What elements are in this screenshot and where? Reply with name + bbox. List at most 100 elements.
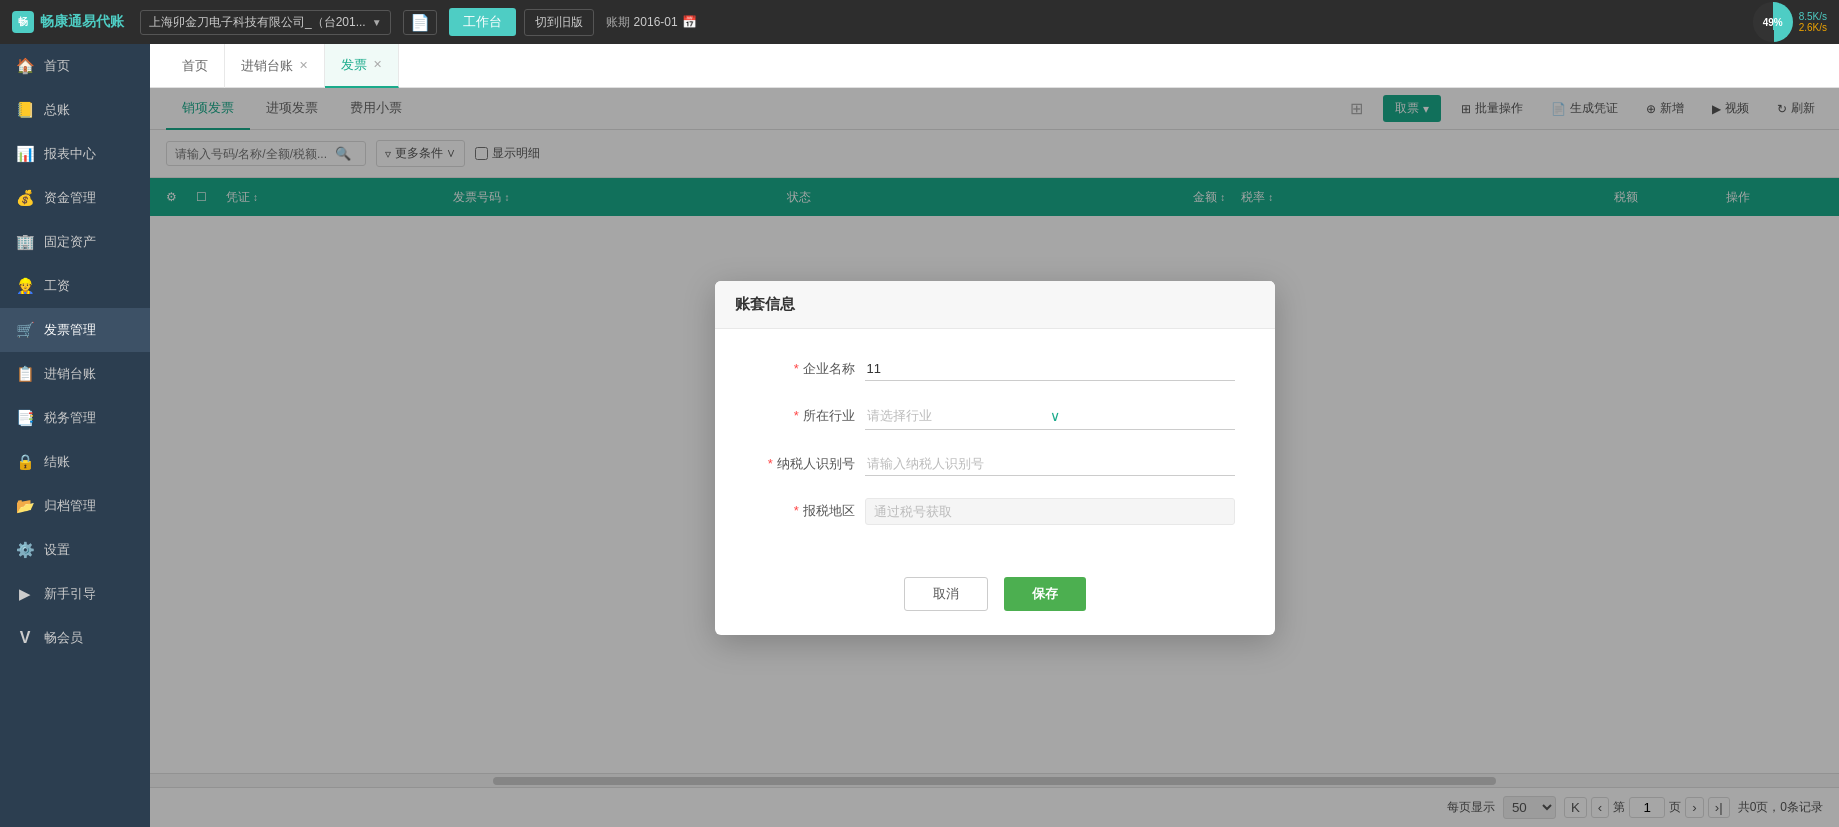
sidebar-label-purchase: 进销台账 [44, 365, 96, 383]
sidebar-label-ledger: 总账 [44, 101, 70, 119]
tab-purchase[interactable]: 进销台账 ✕ [225, 44, 325, 88]
network-indicator: 49% 8.5K/s 2.6K/s [1753, 2, 1827, 42]
ledger-icon: 📒 [16, 101, 34, 119]
account-info-modal: 账套信息 * 企业名称 [715, 281, 1275, 635]
industry-label-text: 所在行业 [803, 408, 855, 423]
industry-select[interactable]: 请选择行业 ∨ [865, 403, 1235, 430]
sidebar-label-invoice: 发票管理 [44, 321, 96, 339]
sidebar-item-guide[interactable]: ▶ 新手引导 [0, 572, 150, 616]
archive-icon: 📂 [16, 497, 34, 515]
top-bar: 畅 畅康通易代账 上海卯金刀电子科技有限公司_（台201... ▼ 📄 工作台 … [0, 0, 1839, 44]
sidebar-item-finance[interactable]: 💰 资金管理 [0, 176, 150, 220]
tab-invoice-close[interactable]: ✕ [373, 58, 382, 71]
sidebar-item-ledger[interactable]: 📒 总账 [0, 88, 150, 132]
sidebar-item-payroll[interactable]: 👷 工资 [0, 264, 150, 308]
company-name-label-text: 企业名称 [803, 361, 855, 376]
tab-purchase-label: 进销台账 [241, 57, 293, 75]
tax-icon: 📑 [16, 409, 34, 427]
sidebar-label-guide: 新手引导 [44, 585, 96, 603]
sidebar-item-invoice[interactable]: 🛒 发票管理 [0, 308, 150, 352]
modal-title: 账套信息 [735, 295, 795, 312]
content-area: 首页 进销台账 ✕ 发票 ✕ 销项发票 进项发票 [150, 44, 1839, 827]
home-icon: 🏠 [16, 57, 34, 75]
logo-icon: 畅 [12, 11, 34, 33]
sidebar-label-tax: 税务管理 [44, 409, 96, 427]
modal-header: 账套信息 [715, 281, 1275, 329]
sidebar-label-finance: 资金管理 [44, 189, 96, 207]
tax-id-label-text: 纳税人识别号 [777, 456, 855, 471]
old-version-button[interactable]: 切到旧版 [524, 9, 594, 36]
period-value: 2016-01 [634, 15, 678, 29]
company-name: 上海卯金刀电子科技有限公司_（台201... [149, 14, 366, 31]
payroll-icon: 👷 [16, 277, 34, 295]
modal-footer: 取消 保存 [715, 567, 1275, 635]
tax-region-input [865, 498, 1235, 525]
sidebar-label-assets: 固定资产 [44, 233, 96, 251]
sidebar: 🏠 首页 📒 总账 📊 报表中心 💰 资金管理 🏢 固定资产 👷 工资 🛒 发票… [0, 44, 150, 827]
closing-icon: 🔒 [16, 453, 34, 471]
content-wrapper: 销项发票 进项发票 费用小票 ⊞ 取票 ▾ ⊞ [150, 88, 1839, 827]
company-name-input[interactable] [865, 357, 1235, 381]
tab-bar: 首页 进销台账 ✕ 发票 ✕ [150, 44, 1839, 88]
sidebar-item-home[interactable]: 🏠 首页 [0, 44, 150, 88]
modal-body: * 企业名称 * 所在行业 请选择行业 [715, 329, 1275, 567]
tab-purchase-close[interactable]: ✕ [299, 59, 308, 72]
calendar-icon[interactable]: 📅 [682, 15, 697, 29]
sidebar-item-archive[interactable]: 📂 归档管理 [0, 484, 150, 528]
logo: 畅 畅康通易代账 [12, 11, 124, 33]
progress-circle: 49% [1753, 2, 1793, 42]
invoice-icon: 🛒 [16, 321, 34, 339]
sidebar-item-reports[interactable]: 📊 报表中心 [0, 132, 150, 176]
save-button[interactable]: 保存 [1004, 577, 1086, 611]
workbench-button[interactable]: 工作台 [449, 8, 516, 36]
required-star: * [794, 361, 799, 376]
sidebar-label-payroll: 工资 [44, 277, 70, 295]
sidebar-item-tax[interactable]: 📑 税务管理 [0, 396, 150, 440]
tab-home[interactable]: 首页 [166, 44, 225, 88]
period-display: 账期 2016-01 📅 [606, 14, 697, 31]
industry-chevron-icon: ∨ [1050, 408, 1233, 424]
sidebar-item-settings[interactable]: ⚙️ 设置 [0, 528, 150, 572]
tax-region-label: * 报税地区 [755, 502, 865, 520]
required-star-4: * [794, 503, 799, 518]
sidebar-item-closing[interactable]: 🔒 结账 [0, 440, 150, 484]
doc-icon[interactable]: 📄 [403, 10, 437, 35]
logo-text: 畅康通易代账 [40, 13, 124, 31]
form-row-industry: * 所在行业 请选择行业 ∨ [755, 403, 1235, 430]
sidebar-item-member[interactable]: V 畅会员 [0, 616, 150, 660]
period-label: 账期 [606, 14, 630, 31]
sidebar-label-archive: 归档管理 [44, 497, 96, 515]
settings-icon: ⚙️ [16, 541, 34, 559]
guide-icon: ▶ [16, 585, 34, 603]
network-speeds: 8.5K/s 2.6K/s [1799, 11, 1827, 33]
sidebar-label-home: 首页 [44, 57, 70, 75]
company-name-label: * 企业名称 [755, 360, 865, 378]
form-row-tax-id: * 纳税人识别号 [755, 452, 1235, 476]
tab-home-label: 首页 [182, 57, 208, 75]
upload-speed: 8.5K/s [1799, 11, 1827, 22]
tab-invoice-label: 发票 [341, 56, 367, 74]
tax-region-label-text: 报税地区 [803, 503, 855, 518]
form-row-company: * 企业名称 [755, 357, 1235, 381]
progress-value: 49% [1763, 17, 1783, 28]
required-star-2: * [794, 408, 799, 423]
reports-icon: 📊 [16, 145, 34, 163]
member-icon: V [16, 629, 34, 647]
sidebar-label-closing: 结账 [44, 453, 70, 471]
sidebar-label-settings: 设置 [44, 541, 70, 559]
purchase-icon: 📋 [16, 365, 34, 383]
tab-invoice[interactable]: 发票 ✕ [325, 44, 399, 88]
sidebar-label-member: 畅会员 [44, 629, 83, 647]
sidebar-item-assets[interactable]: 🏢 固定资产 [0, 220, 150, 264]
modal-overlay: 账套信息 * 企业名称 [150, 88, 1839, 827]
industry-label: * 所在行业 [755, 407, 865, 425]
cancel-button[interactable]: 取消 [904, 577, 988, 611]
sidebar-label-reports: 报表中心 [44, 145, 96, 163]
assets-icon: 🏢 [16, 233, 34, 251]
download-speed: 2.6K/s [1799, 22, 1827, 33]
sidebar-item-purchase[interactable]: 📋 进销台账 [0, 352, 150, 396]
tax-id-label: * 纳税人识别号 [755, 455, 865, 473]
finance-icon: 💰 [16, 189, 34, 207]
tax-id-input[interactable] [865, 452, 1235, 476]
company-selector[interactable]: 上海卯金刀电子科技有限公司_（台201... ▼ [140, 10, 391, 35]
